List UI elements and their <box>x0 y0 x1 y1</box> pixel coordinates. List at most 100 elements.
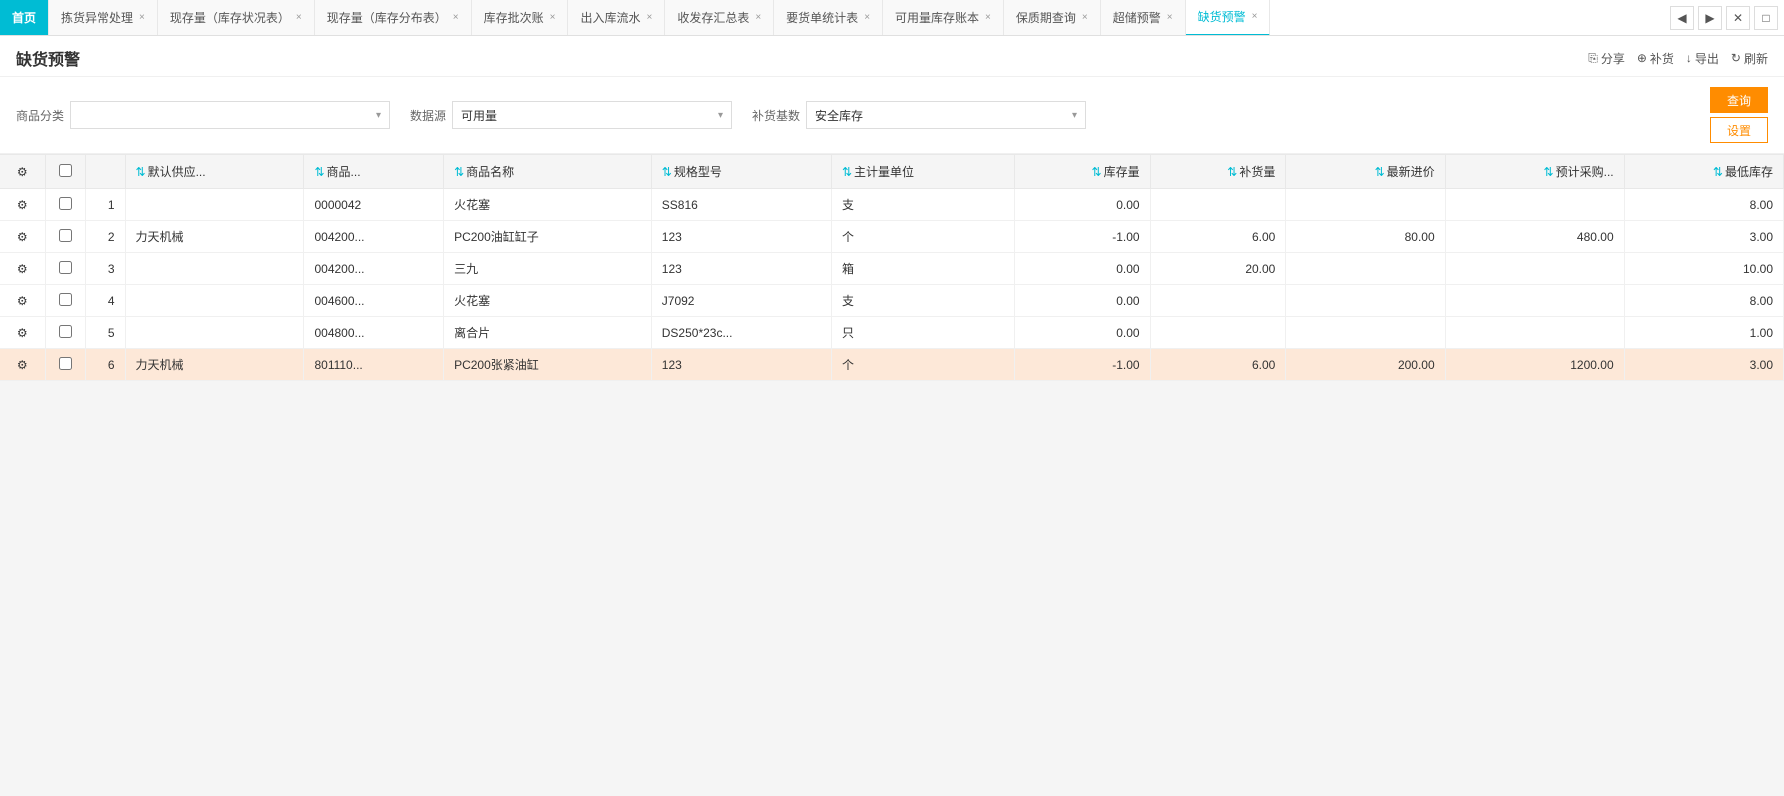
tab-shortage[interactable]: 缺货预警× <box>1186 0 1271 36</box>
row-gear-icon[interactable]: ⚙ <box>17 198 28 212</box>
tab-close-icon[interactable]: × <box>453 12 459 23</box>
row-checkbox-cell[interactable] <box>45 349 85 381</box>
row-stock: 0.00 <box>1014 317 1150 349</box>
row-checkbox[interactable] <box>59 293 72 306</box>
select-all-checkbox[interactable] <box>59 164 72 177</box>
col-gear-settings[interactable]: ⚙ <box>0 155 45 189</box>
row-checkbox-cell[interactable] <box>45 221 85 253</box>
tab-close-icon[interactable]: × <box>1082 12 1088 23</box>
settings-button[interactable]: 设置 <box>1710 117 1768 143</box>
row-checkbox-cell[interactable] <box>45 253 85 285</box>
row-default-supplier <box>125 253 304 285</box>
tab-home[interactable]: 首页 <box>0 0 49 36</box>
header-actions: ⎘ 分享 ⊕ 补货 ↓ 导出 ↻ 刷新 <box>1588 50 1768 67</box>
tab-label: 超储预警 <box>1113 9 1161 26</box>
sort-icon: ⇅ <box>1092 165 1102 179</box>
row-unit: 支 <box>831 285 1014 317</box>
export-button[interactable]: ↓ 导出 <box>1686 50 1719 67</box>
replenish-base-filter: 补货基数 安全库存 ▾ <box>752 101 1086 129</box>
row-product-code: 004200... <box>304 253 444 285</box>
refresh-button[interactable]: ↻ 刷新 <box>1731 50 1768 67</box>
tab-collect[interactable]: 收发存汇总表× <box>665 0 774 36</box>
row-gear-icon[interactable]: ⚙ <box>17 230 28 244</box>
replenish-base-select[interactable]: 安全库存 ▾ <box>806 101 1086 129</box>
row-checkbox-cell[interactable] <box>45 317 85 349</box>
sort-icon: ⇅ <box>662 165 672 179</box>
sort-icon: ⇅ <box>1713 165 1723 179</box>
col-stock[interactable]: ⇅库存量 <box>1014 155 1150 189</box>
share-button[interactable]: ⎘ 分享 <box>1588 50 1625 67</box>
table-row: ⚙ 1 0000042 火花塞 SS816 支 0.00 8.00 <box>0 189 1784 221</box>
datasource-select[interactable]: 可用量 ▾ <box>452 101 732 129</box>
row-min-stock: 1.00 <box>1624 317 1783 349</box>
col-unit[interactable]: ⇅主计量单位 <box>831 155 1014 189</box>
tab-abnormal[interactable]: 拣货异常处理× <box>49 0 158 36</box>
row-checkbox[interactable] <box>59 261 72 274</box>
tab-order-stat[interactable]: 要货单统计表× <box>774 0 883 36</box>
tab-restore-button[interactable]: □ <box>1754 6 1778 30</box>
tab-close-icon[interactable]: × <box>755 12 761 23</box>
col-select-all[interactable] <box>45 155 85 189</box>
table-container: ⚙ ⇅默认供应... ⇅商品... ⇅商品名称 <box>0 154 1784 381</box>
tab-close-icon[interactable]: × <box>1167 12 1173 23</box>
row-default-supplier <box>125 285 304 317</box>
row-unit: 箱 <box>831 253 1014 285</box>
tab-prev-button[interactable]: ◀ <box>1670 6 1694 30</box>
tab-close-icon[interactable]: × <box>139 12 145 23</box>
sort-icon: ⇅ <box>1227 165 1237 179</box>
row-checkbox[interactable] <box>59 197 72 210</box>
query-button[interactable]: 查询 <box>1710 87 1768 113</box>
col-product-code[interactable]: ⇅商品... <box>304 155 444 189</box>
table-settings-icon[interactable]: ⚙ <box>17 165 28 179</box>
row-unit: 个 <box>831 349 1014 381</box>
row-checkbox[interactable] <box>59 325 72 338</box>
col-est-purchase[interactable]: ⇅预计采购... <box>1445 155 1624 189</box>
table-row: ⚙ 2 力天机械 004200... PC200油缸缸子 123 个 -1.00… <box>0 221 1784 253</box>
table-header-row: ⚙ ⇅默认供应... ⇅商品... ⇅商品名称 <box>0 155 1784 189</box>
tab-stock-dist[interactable]: 现存量（库存分布表）× <box>315 0 472 36</box>
replenish-button[interactable]: ⊕ 补货 <box>1637 50 1674 67</box>
col-spec[interactable]: ⇅规格型号 <box>651 155 831 189</box>
tab-stock-status[interactable]: 现存量（库存状况表）× <box>158 0 315 36</box>
row-product-name: PC200张紧油缸 <box>444 349 652 381</box>
row-unit: 只 <box>831 317 1014 349</box>
tab-overstock[interactable]: 超储预警 × <box>1101 0 1186 36</box>
row-checkbox-cell[interactable] <box>45 285 85 317</box>
col-default-supplier[interactable]: ⇅默认供应... <box>125 155 304 189</box>
row-min-stock: 10.00 <box>1624 253 1783 285</box>
tab-close-icon[interactable]: × <box>550 12 556 23</box>
tab-nav-buttons: ◀ ▶ ✕ □ <box>1664 6 1784 30</box>
row-checkbox-cell[interactable] <box>45 189 85 221</box>
row-gear-icon[interactable]: ⚙ <box>17 358 28 372</box>
col-replenish[interactable]: ⇅补货量 <box>1150 155 1286 189</box>
tab-avail-ledger[interactable]: 可用量库存账本× <box>883 0 1004 36</box>
col-latest-price[interactable]: ⇅最新进价 <box>1286 155 1445 189</box>
tab-close-icon[interactable]: × <box>646 12 652 23</box>
col-product-name[interactable]: ⇅商品名称 <box>444 155 652 189</box>
row-est-purchase <box>1445 189 1624 221</box>
page-content: 缺货预警 ⎘ 分享 ⊕ 补货 ↓ 导出 ↻ 刷新 商品分类 <box>0 36 1784 381</box>
row-gear-icon[interactable]: ⚙ <box>17 262 28 276</box>
row-gear-icon[interactable]: ⚙ <box>17 294 28 308</box>
tab-expiry[interactable]: 保质期查询× <box>1004 0 1101 36</box>
row-unit: 支 <box>831 189 1014 221</box>
tab-close-icon[interactable]: × <box>864 12 870 23</box>
row-latest-price <box>1286 317 1445 349</box>
tab-next-button[interactable]: ▶ <box>1698 6 1722 30</box>
tab-close-all-button[interactable]: ✕ <box>1726 6 1750 30</box>
row-min-stock: 8.00 <box>1624 189 1783 221</box>
row-num: 5 <box>85 317 125 349</box>
tab-inout[interactable]: 出入库流水× <box>568 0 665 36</box>
tab-close-icon[interactable]: × <box>1252 11 1258 22</box>
tab-batch[interactable]: 库存批次账× <box>472 0 569 36</box>
row-gear-icon[interactable]: ⚙ <box>17 326 28 340</box>
row-checkbox[interactable] <box>59 229 72 242</box>
row-product-name: 火花塞 <box>444 189 652 221</box>
tab-close-icon[interactable]: × <box>985 12 991 23</box>
tab-close-icon[interactable]: × <box>296 12 302 23</box>
row-stock: 0.00 <box>1014 285 1150 317</box>
col-min-stock[interactable]: ⇅最低库存 <box>1624 155 1783 189</box>
category-select[interactable]: ▾ <box>70 101 390 129</box>
row-checkbox[interactable] <box>59 357 72 370</box>
sort-icon: ⇅ <box>1544 165 1554 179</box>
